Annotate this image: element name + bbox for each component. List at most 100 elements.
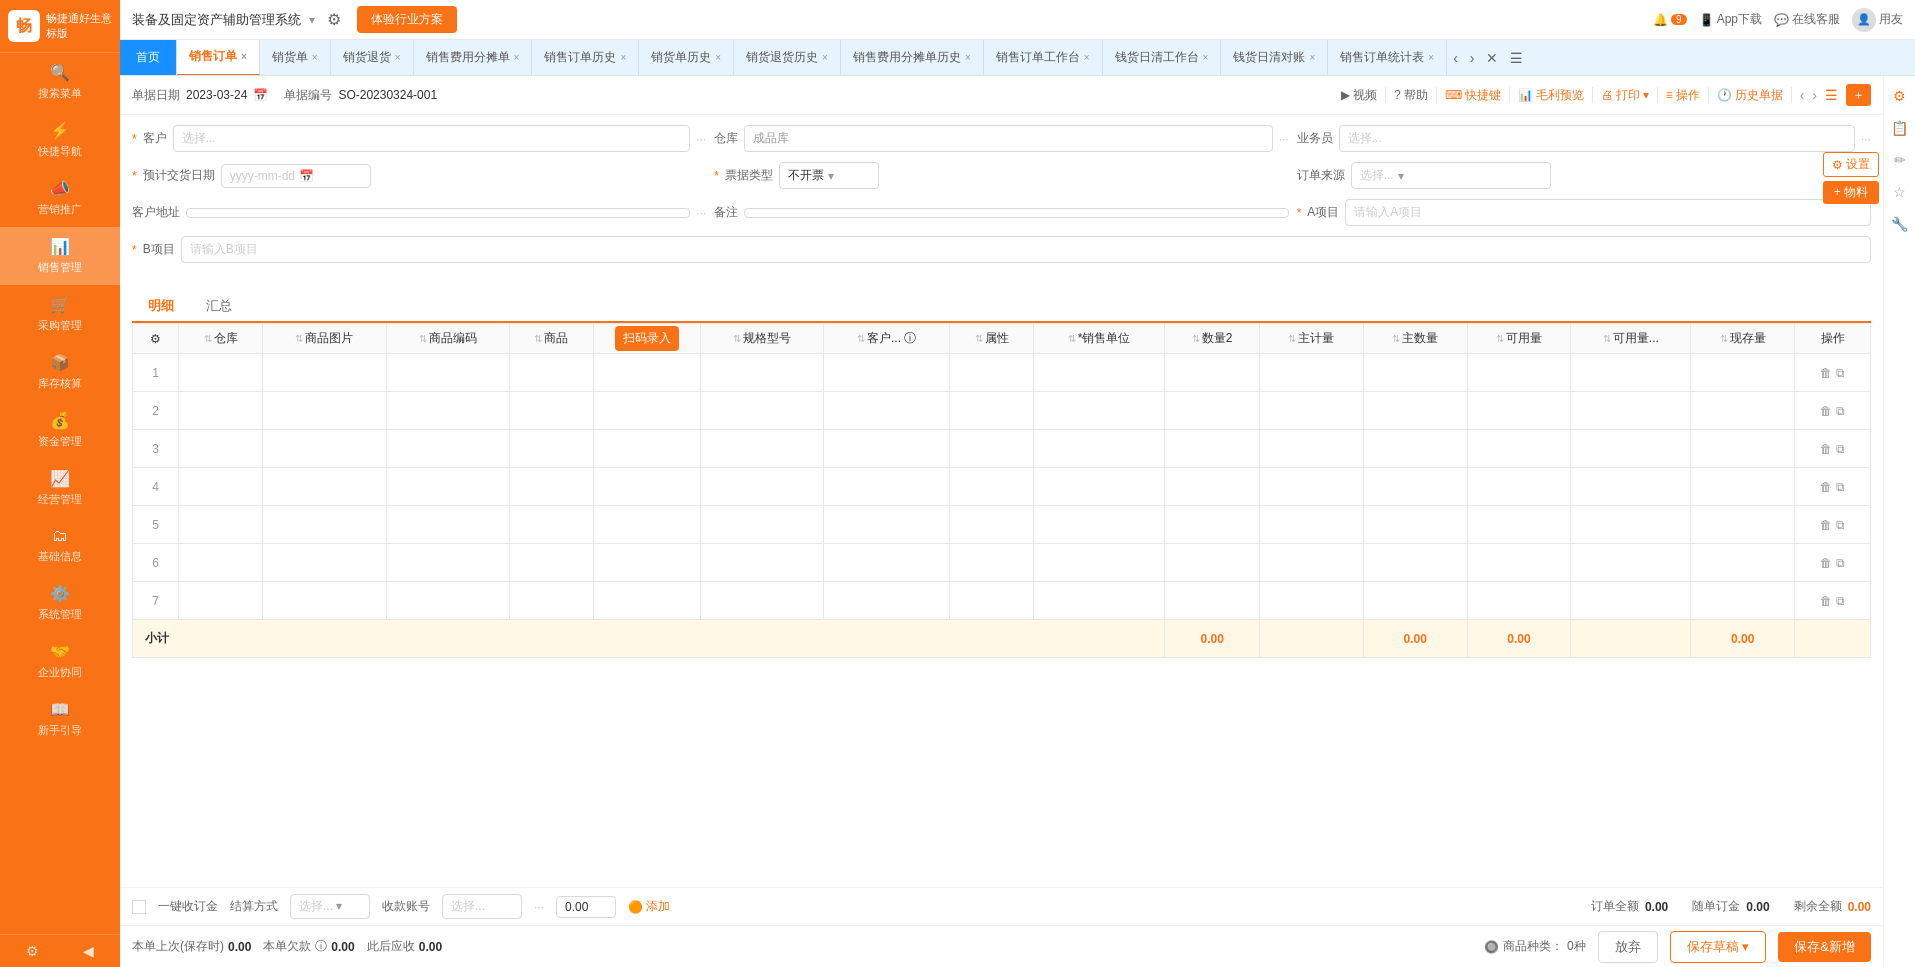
tab-sales-expense-split[interactable]: 销售费用分摊单 × xyxy=(414,40,533,76)
row-delete-icon[interactable]: 🗑 xyxy=(1820,594,1832,608)
sidebar-item-quick-nav[interactable]: ⚡ 快捷导航 xyxy=(0,111,120,169)
topbar-online-service[interactable]: 💬 在线客服 xyxy=(1774,11,1840,28)
sidebar-item-guide[interactable]: 📖 新手引导 xyxy=(0,690,120,748)
remark-input[interactable] xyxy=(744,208,1288,218)
sales-return-tab-close[interactable]: × xyxy=(395,52,401,63)
col-attribute-header[interactable]: ⇅属性 xyxy=(950,324,1034,354)
row-delete-icon[interactable]: 🗑 xyxy=(1820,480,1832,494)
sidebar-item-finance[interactable]: 💰 资金管理 xyxy=(0,401,120,459)
next-record-btn[interactable]: › xyxy=(1812,87,1817,103)
new-btn[interactable]: ＋ xyxy=(1846,84,1871,106)
col-current-stock-header[interactable]: ⇅现存量 xyxy=(1691,324,1795,354)
sales-order-tab-close[interactable]: × xyxy=(241,51,247,62)
address-more-icon[interactable]: ··· xyxy=(696,206,706,220)
history-btn[interactable]: 🕐 历史单据 xyxy=(1717,87,1783,104)
delivery-date-input[interactable]: yyyy-mm-dd 📅 xyxy=(221,164,371,188)
inner-tab-summary[interactable]: 汇总 xyxy=(190,291,248,321)
settings-btn[interactable]: ⚙ 设置 xyxy=(1823,152,1879,177)
tab-next-btn[interactable]: › xyxy=(1464,50,1481,66)
right-panel-clipboard-btn[interactable]: 📋 xyxy=(1888,116,1912,140)
row-copy-icon[interactable]: ⧉ xyxy=(1836,404,1845,418)
sidebar-item-sales[interactable]: 📊 销售管理 xyxy=(0,227,120,285)
sales-order-history-tab-close[interactable]: × xyxy=(620,52,626,63)
bank-account-more-icon[interactable]: ··· xyxy=(534,900,544,914)
salesperson-input[interactable]: 选择... xyxy=(1339,125,1855,152)
sidebar-item-inventory[interactable]: 📦 库存核算 xyxy=(0,343,120,401)
sales-bill-tab-close[interactable]: × xyxy=(312,52,318,63)
right-panel-settings-btn[interactable]: ⚙ xyxy=(1888,84,1912,108)
right-panel-star-btn[interactable]: ☆ xyxy=(1888,180,1912,204)
sales-stat-tab-close[interactable]: × xyxy=(1428,52,1434,63)
col-scan-header[interactable]: 扫码录入 xyxy=(593,324,700,354)
col-available-ext-header[interactable]: ⇅可用量... xyxy=(1571,324,1691,354)
col-main-unit-header[interactable]: ⇅主计量 xyxy=(1260,324,1364,354)
col-qty2-header[interactable]: ⇅数量2 xyxy=(1165,324,1260,354)
tab-sales-bill[interactable]: 销货单 × xyxy=(260,40,331,76)
save-draft-btn[interactable]: 保存草稿 ▾ xyxy=(1670,931,1767,963)
invoice-type-select[interactable]: 不开票 ▾ xyxy=(779,162,879,189)
topbar-notification[interactable]: 🔔 9 xyxy=(1653,13,1687,27)
salesperson-more-icon[interactable]: ··· xyxy=(1861,132,1871,146)
row-copy-icon[interactable]: ⧉ xyxy=(1836,480,1845,494)
a-project-input[interactable]: 请输入A项目 xyxy=(1345,199,1871,226)
col-available-header[interactable]: ⇅可用量 xyxy=(1467,324,1571,354)
customer-input[interactable]: 选择... xyxy=(173,125,691,152)
cash-daily-workbench-tab-close[interactable]: × xyxy=(1203,52,1209,63)
tab-sales-expense-history[interactable]: 销售费用分摊单历史 × xyxy=(841,40,984,76)
order-source-select[interactable]: 选择... ▾ xyxy=(1351,162,1551,189)
tab-sales-return-history[interactable]: 销货退货历史 × xyxy=(734,40,841,76)
tab-sales-order[interactable]: 销售订单 × xyxy=(177,40,260,76)
sidebar-item-collab[interactable]: 🤝 企业协同 xyxy=(0,632,120,690)
tab-sales-order-workbench[interactable]: 销售订单工作台 × xyxy=(984,40,1103,76)
row-copy-icon[interactable]: ⧉ xyxy=(1836,556,1845,570)
shortcut-btn[interactable]: ⌨ 快捷键 xyxy=(1445,87,1501,104)
tab-menu-btn[interactable]: ☰ xyxy=(1504,50,1529,66)
topbar-dropdown-icon[interactable]: ▾ xyxy=(309,13,315,27)
sales-order-workbench-tab-close[interactable]: × xyxy=(1084,52,1090,63)
sidebar-item-marketing[interactable]: 📣 营销推广 xyxy=(0,169,120,227)
sales-bill-history-tab-close[interactable]: × xyxy=(715,52,721,63)
sales-expense-split-tab-close[interactable]: × xyxy=(514,52,520,63)
bank-account-select[interactable]: 选择... xyxy=(442,894,522,919)
col-customer-code-header[interactable]: ⇅客户... ⓘ xyxy=(824,324,950,354)
payment-amount-input[interactable]: 0.00 xyxy=(556,896,616,918)
sidebar-collapse-btn[interactable]: ◀ xyxy=(83,943,94,959)
view-btn[interactable]: ▶ 视频 xyxy=(1341,87,1377,104)
right-panel-tool-btn[interactable]: 🔧 xyxy=(1888,212,1912,236)
sidebar-item-purchase[interactable]: 🛒 采购管理 xyxy=(0,285,120,343)
topbar-settings-icon[interactable]: ⚙ xyxy=(327,10,341,29)
col-settings-header[interactable]: ⚙ xyxy=(133,324,179,354)
operate-btn[interactable]: ≡ 操作 xyxy=(1666,87,1700,104)
topbar-app-download[interactable]: 📱 App下载 xyxy=(1699,11,1762,28)
list-view-btn[interactable]: ☰ xyxy=(1825,87,1838,103)
row-copy-icon[interactable]: ⧉ xyxy=(1836,366,1845,380)
col-main-qty-header[interactable]: ⇅主数量 xyxy=(1363,324,1467,354)
customer-more-icon[interactable]: ··· xyxy=(696,132,706,146)
tab-sales-bill-history[interactable]: 销货单历史 × xyxy=(639,40,734,76)
tab-sales-order-history[interactable]: 销售订单历史 × xyxy=(532,40,639,76)
row-copy-icon[interactable]: ⧉ xyxy=(1836,442,1845,456)
col-sales-unit-header[interactable]: ⇅*销售单位 xyxy=(1034,324,1165,354)
sidebar-item-search[interactable]: 🔍 搜索菜单 xyxy=(0,53,120,111)
save-draft-dropdown-icon[interactable]: ▾ xyxy=(1742,939,1749,954)
scan-btn[interactable]: 扫码录入 xyxy=(615,326,679,351)
tab-close-all-btn[interactable]: ✕ xyxy=(1480,50,1504,66)
tab-prev-btn[interactable]: ‹ xyxy=(1447,50,1464,66)
help-btn[interactable]: ? 帮助 xyxy=(1394,87,1428,104)
row-delete-icon[interactable]: 🗑 xyxy=(1820,556,1832,570)
row-copy-icon[interactable]: ⧉ xyxy=(1836,518,1845,532)
row-delete-icon[interactable]: 🗑 xyxy=(1820,442,1832,456)
print-btn[interactable]: 🖨 打印 ▾ xyxy=(1601,87,1649,104)
payment-method-select[interactable]: 选择... ▾ xyxy=(290,894,370,919)
cash-daily-reconcile-tab-close[interactable]: × xyxy=(1309,52,1315,63)
col-product-code-header[interactable]: ⇅商品编码 xyxy=(386,324,509,354)
profit-btn[interactable]: 📊 毛利预览 xyxy=(1518,87,1584,104)
sales-return-history-tab-close[interactable]: × xyxy=(822,52,828,63)
sidebar-item-basic[interactable]: 🗂 基础信息 xyxy=(0,517,120,574)
col-warehouse-header[interactable]: ⇅仓库 xyxy=(179,324,263,354)
col-spec-header[interactable]: ⇅规格型号 xyxy=(700,324,823,354)
b-project-input[interactable]: 请输入B项目 xyxy=(181,236,1871,263)
tab-home[interactable]: 首页 xyxy=(120,40,177,76)
add-material-btn[interactable]: + 物料 xyxy=(1823,181,1879,204)
col-product-header[interactable]: ⇅商品 xyxy=(509,324,593,354)
